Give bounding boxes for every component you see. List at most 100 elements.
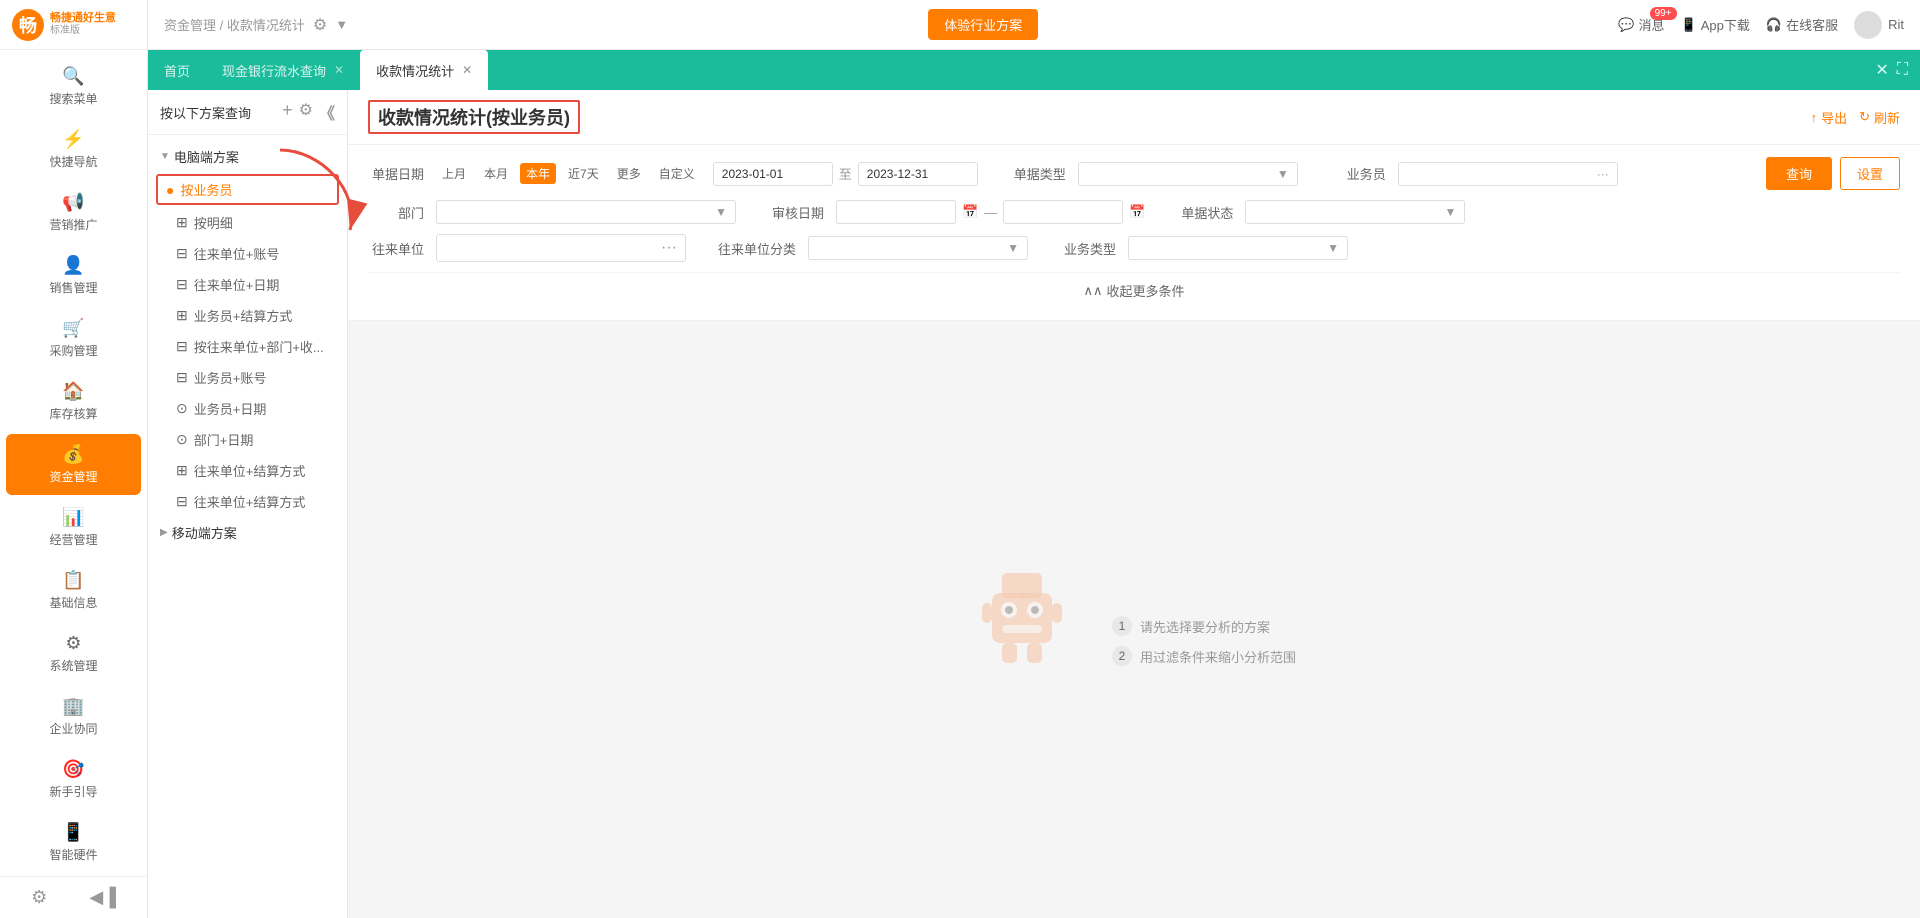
sidebar-item-finance[interactable]: 💰 资金管理 — [6, 434, 141, 495]
tab-home[interactable]: 首页 — [148, 50, 206, 90]
doc-status-chevron: ▼ — [1444, 205, 1456, 219]
tree-item-staff-settlement[interactable]: ⊞ 业务员+结算方式 — [148, 300, 347, 331]
date-shortcut-group: 上月 本月 本年 近7天 更多 自定义 — [436, 163, 701, 184]
step-2-text: 用过滤条件来缩小分析范围 — [1140, 647, 1296, 666]
staff-label: 业务员 — [1330, 164, 1386, 183]
export-button[interactable]: ↑ 导出 — [1811, 108, 1848, 127]
partner-category-select[interactable]: ▼ — [808, 236, 1028, 260]
audit-date-to-calendar-icon[interactable]: 📅 — [1129, 204, 1145, 220]
audit-date-from-input[interactable] — [836, 200, 956, 224]
empty-step-2: 2 用过滤条件来缩小分析范围 — [1112, 646, 1296, 666]
sidebar-item-operation[interactable]: 📊 经营管理 — [6, 497, 141, 558]
refresh-icon: ↻ — [1859, 109, 1870, 125]
tab-close-all-btn[interactable]: ✕ — [1875, 60, 1888, 80]
tree-group-mobile-header[interactable]: ▶ 移动端方案 — [148, 517, 347, 548]
add-scheme-btn[interactable]: + — [282, 100, 293, 124]
tree-item-by-staff[interactable]: ● 按业务员 — [156, 174, 339, 205]
inventory-icon: 🏠 — [62, 381, 84, 402]
tab-close-bank-flow[interactable]: ✕ — [334, 63, 344, 77]
settings-footer-btn[interactable]: ⚙ — [31, 887, 47, 908]
tree-item-partner-settlement2[interactable]: ⊟ 往来单位+结算方式 — [148, 486, 347, 517]
setting-button[interactable]: 设置 — [1840, 157, 1900, 190]
tree-item-partner-account[interactable]: ⊟ 往来单位+账号 — [148, 238, 347, 269]
app-download[interactable]: 📱 App下载 — [1681, 15, 1750, 34]
sidebar-item-system[interactable]: ⚙ 系统管理 — [6, 623, 141, 684]
empty-steps: 1 请先选择要分析的方案 2 用过滤条件来缩小分析范围 — [1112, 616, 1296, 676]
business-type-select[interactable]: ▼ — [1128, 236, 1348, 260]
message-area[interactable]: 💬 消息 99+ — [1618, 15, 1664, 34]
tree-item-staff-date[interactable]: ⊙ 业务员+日期 — [148, 393, 347, 424]
online-service[interactable]: 🎧 在线客服 — [1766, 15, 1838, 34]
smart-hw-icon: 📱 — [62, 822, 84, 843]
sidebar-item-basic-info[interactable]: 📋 基础信息 — [6, 560, 141, 621]
tree-item-staff-account[interactable]: ⊟ 业务员+账号 — [148, 362, 347, 393]
tree-item-by-partner-dept[interactable]: ⊟ 按往来单位+部门+收... — [148, 331, 347, 362]
breadcrumb: 资金管理 / 收款情况统计 — [164, 15, 305, 34]
sidebar-item-beginner[interactable]: 🎯 新手引导 — [6, 749, 141, 810]
trial-button[interactable]: 体验行业方案 — [928, 9, 1038, 40]
partner-select[interactable]: ··· — [436, 234, 686, 262]
message-badge: 99+ — [1650, 7, 1677, 20]
sidebar-item-quick-nav[interactable]: ⚡ 快捷导航 — [6, 119, 141, 180]
partner-more-icon[interactable]: ··· — [661, 239, 677, 257]
tab-close-collection-stats[interactable]: ✕ — [462, 63, 472, 77]
date-shortcut-this-year[interactable]: 本年 — [520, 163, 556, 184]
tab-collection-stats[interactable]: 收款情况统计 ✕ — [360, 50, 488, 90]
tab-maximize-btn[interactable]: ⛶ — [1897, 61, 1908, 79]
doc-type-chevron: ▼ — [1277, 167, 1289, 181]
doc-type-label: 单据类型 — [1010, 164, 1066, 183]
user-name: Rit — [1888, 17, 1904, 32]
page-title-bar: 收款情况统计(按业务员) ↑ 导出 ↻ 刷新 — [348, 90, 1920, 145]
staff-account-icon: ⊟ — [176, 369, 188, 386]
collapse-bar[interactable]: ∧∧ 收起更多条件 — [368, 272, 1900, 308]
top-header-right: 💬 消息 99+ 📱 App下载 🎧 在线客服 Rit — [1618, 11, 1904, 39]
doc-status-select[interactable]: ▼ — [1245, 200, 1465, 224]
purchase-icon: 🛒 — [62, 318, 84, 339]
tree-group-desktop: ▼ 电脑端方案 ● 按业务员 ⊞ 按明细 ⊟ 往 — [148, 141, 347, 517]
header-gear-icon[interactable]: ⚙ — [313, 15, 327, 35]
date-to-input[interactable] — [858, 162, 978, 186]
dept-label: 部门 — [368, 203, 424, 222]
tab-bank-flow[interactable]: 现金银行流水查询 ✕ — [206, 50, 360, 90]
sidebar-item-search[interactable]: 🔍 搜索菜单 — [6, 56, 141, 117]
date-shortcut-custom[interactable]: 自定义 — [653, 163, 701, 184]
sidebar-item-purchase[interactable]: 🛒 采购管理 — [6, 308, 141, 369]
sidebar-item-marketing[interactable]: 📢 营销推广 — [6, 182, 141, 243]
query-button[interactable]: 查询 — [1766, 157, 1832, 190]
sidebar-item-sales[interactable]: 👤 销售管理 — [6, 245, 141, 306]
sidebar-item-inventory[interactable]: 🏠 库存核算 — [6, 371, 141, 432]
audit-date-to-input[interactable] — [1003, 200, 1123, 224]
scheme-collapse-btn[interactable]: 《 — [319, 100, 335, 124]
staff-select[interactable]: ··· — [1398, 162, 1618, 186]
dept-chevron: ▼ — [715, 205, 727, 219]
date-shortcut-this-month[interactable]: 本月 — [478, 163, 514, 184]
sidebar-item-enterprise[interactable]: 🏢 企业协同 — [6, 686, 141, 747]
by-detail-icon: ⊞ — [176, 214, 188, 231]
tree-item-partner-settlement1[interactable]: ⊞ 往来单位+结算方式 — [148, 455, 347, 486]
collapse-icon: ∧∧ — [1083, 283, 1102, 299]
header-dropdown-icon[interactable]: ▼ — [335, 17, 348, 32]
tree-item-dept-date[interactable]: ⊙ 部门+日期 — [148, 424, 347, 455]
collapse-sidebar-btn[interactable]: ◀▐ — [89, 887, 116, 908]
audit-date-calendar-icon[interactable]: 📅 — [962, 204, 978, 220]
page-content: 按以下方案查询 + ⚙ 《 ▼ 电脑端方案 ● — [148, 90, 1920, 918]
scheme-panel-header: 按以下方案查询 + ⚙ 《 — [148, 90, 347, 135]
dept-select[interactable]: ▼ — [436, 200, 736, 224]
step-2-num: 2 — [1112, 646, 1132, 666]
sales-icon: 👤 — [62, 255, 84, 276]
date-shortcut-7days[interactable]: 近7天 — [562, 163, 605, 184]
date-from-input[interactable] — [713, 162, 833, 186]
sidebar-logo: 畅 畅捷通好生意 标准版 — [0, 0, 147, 50]
refresh-button[interactable]: ↻ 刷新 — [1859, 108, 1900, 127]
tree-group-desktop-header[interactable]: ▼ 电脑端方案 — [148, 141, 347, 172]
sidebar: 畅 畅捷通好生意 标准版 🔍 搜索菜单 ⚡ 快捷导航 📢 营销推广 👤 销售管理 — [0, 0, 148, 918]
doc-type-select[interactable]: ▼ — [1078, 162, 1298, 186]
tree-item-by-detail[interactable]: ⊞ 按明细 — [148, 207, 347, 238]
date-shortcut-last-month[interactable]: 上月 — [436, 163, 472, 184]
scheme-settings-btn[interactable]: ⚙ — [299, 100, 313, 124]
tree-item-partner-date[interactable]: ⊟ 往来单位+日期 — [148, 269, 347, 300]
sidebar-item-smart-hw[interactable]: 📱 智能硬件 — [6, 812, 141, 873]
date-shortcut-more[interactable]: 更多 — [611, 163, 647, 184]
date-separator: 至 — [839, 164, 852, 183]
search-icon: 🔍 — [62, 66, 84, 87]
